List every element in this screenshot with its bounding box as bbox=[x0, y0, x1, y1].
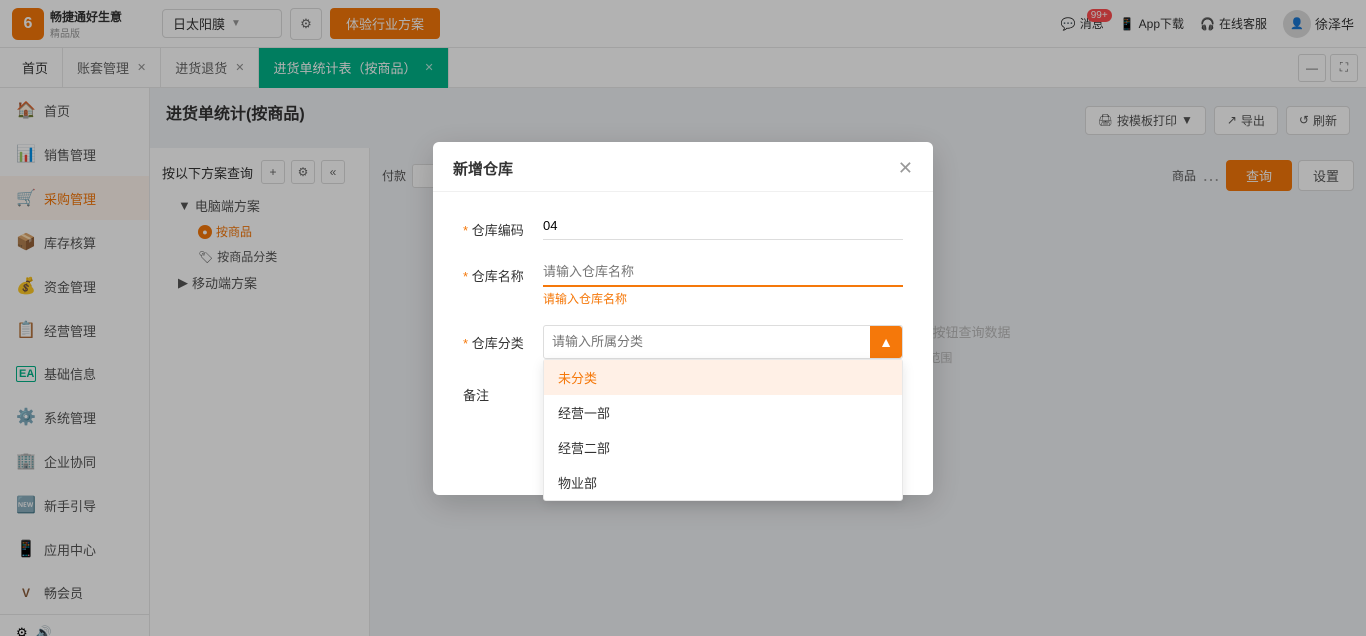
category-label-text: 仓库分类 bbox=[472, 336, 524, 351]
close-button[interactable]: ✕ bbox=[898, 159, 913, 177]
code-label: * 仓库编码 bbox=[463, 212, 543, 239]
category-input[interactable] bbox=[544, 328, 870, 355]
req-mark: * bbox=[463, 269, 468, 284]
category-dropdown-button[interactable]: ▲ bbox=[870, 326, 902, 358]
note-label: 备注 bbox=[463, 377, 543, 404]
category-dropdown: 未分类 经营一部 经营二部 物业部 bbox=[543, 359, 903, 501]
form-row-category: * 仓库分类 ▲ 未分类 经营一部 经营二部 物业部 bbox=[463, 325, 903, 359]
dialog-header: 新增仓库 ✕ bbox=[433, 142, 933, 192]
dialog-body: * 仓库编码 * 仓库名称 请输入仓库名称 bbox=[433, 192, 933, 405]
name-control: 请输入仓库名称 bbox=[543, 258, 903, 307]
name-label: * 仓库名称 bbox=[463, 258, 543, 285]
code-control bbox=[543, 212, 903, 240]
warehouse-code-input[interactable] bbox=[543, 212, 903, 240]
dropdown-item-property[interactable]: 物业部 bbox=[544, 465, 902, 500]
category-control: ▲ 未分类 经营一部 经营二部 物业部 bbox=[543, 325, 903, 359]
name-label-text: 仓库名称 bbox=[472, 269, 524, 284]
dropdown-item-dept1[interactable]: 经营一部 bbox=[544, 395, 902, 430]
req-mark: * bbox=[463, 223, 468, 238]
dropdown-item-uncategorized[interactable]: 未分类 bbox=[544, 360, 902, 395]
dialog-add-warehouse: 新增仓库 ✕ * 仓库编码 * 仓库名称 bbox=[433, 142, 933, 495]
warehouse-name-input[interactable] bbox=[543, 258, 903, 287]
form-row-name: * 仓库名称 请输入仓库名称 bbox=[463, 258, 903, 307]
category-input-wrap: ▲ bbox=[543, 325, 903, 359]
category-label: * 仓库分类 bbox=[463, 325, 543, 352]
modal-overlay[interactable]: 新增仓库 ✕ * 仓库编码 * 仓库名称 bbox=[0, 0, 1366, 636]
form-row-code: * 仓库编码 bbox=[463, 212, 903, 240]
dropdown-item-dept2[interactable]: 经营二部 bbox=[544, 430, 902, 465]
name-error-msg: 请输入仓库名称 bbox=[543, 290, 903, 307]
req-mark: * bbox=[463, 336, 468, 351]
code-label-text: 仓库编码 bbox=[472, 223, 524, 238]
dialog-title: 新增仓库 bbox=[453, 158, 513, 179]
